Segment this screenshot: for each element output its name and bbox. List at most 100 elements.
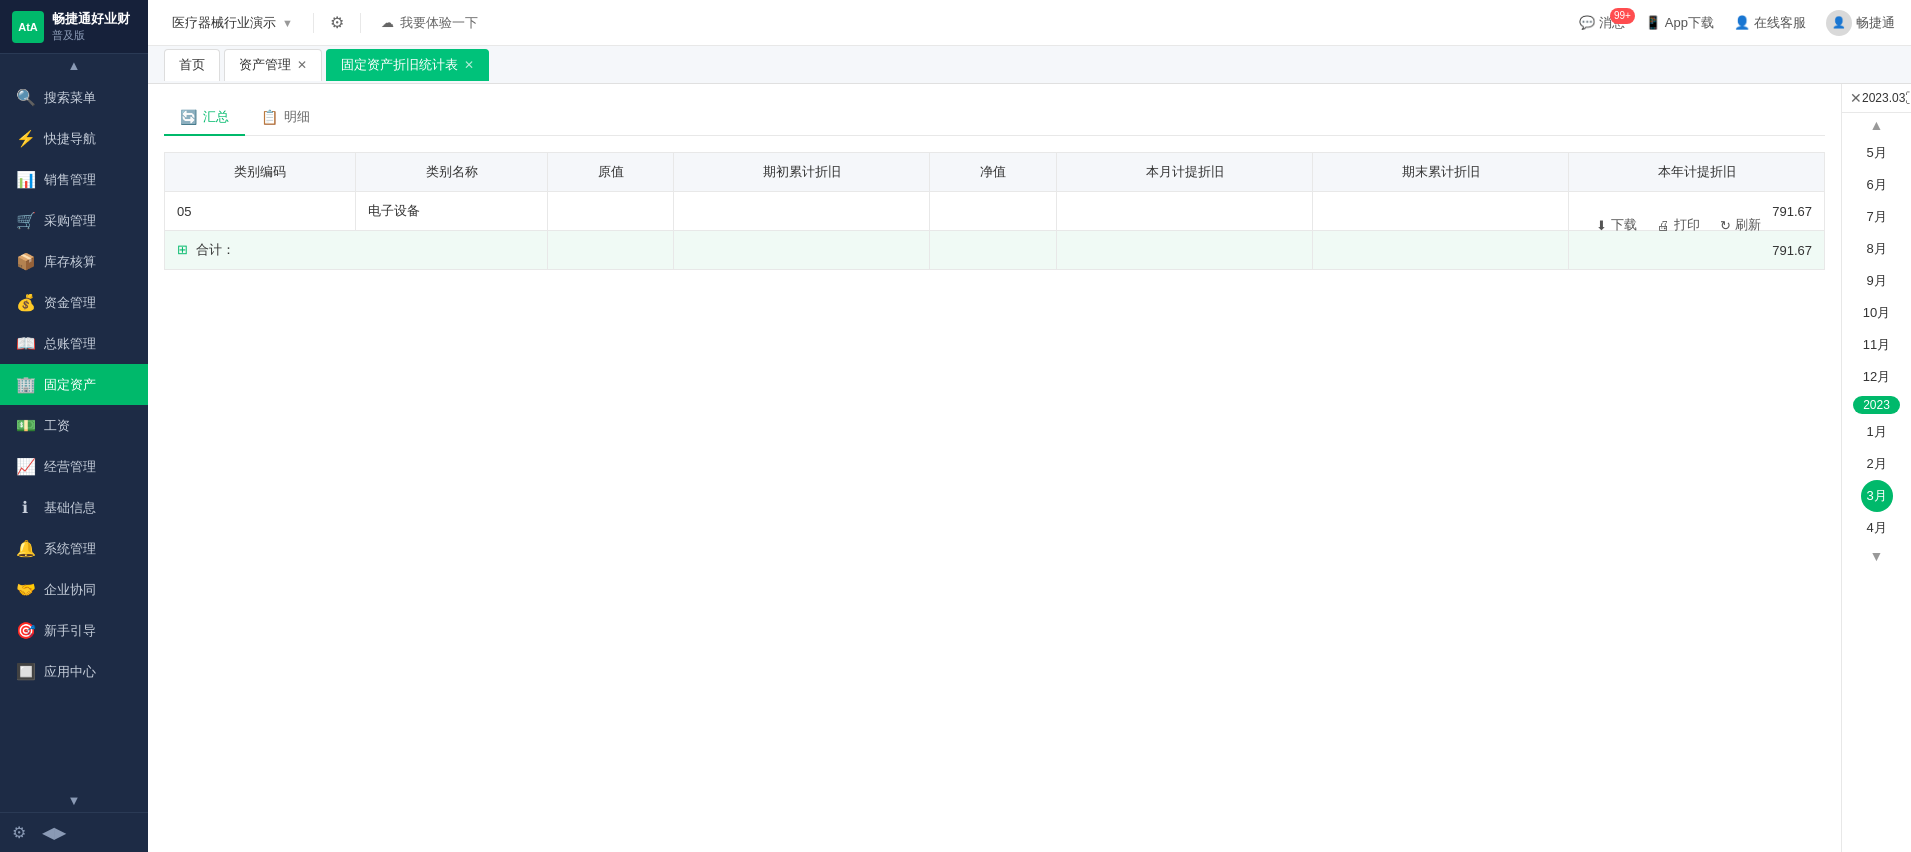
content-area: 🔄 汇总 📋 明细 ⬇ 下载 🖨 打印 ↻ bbox=[148, 84, 1911, 852]
company-name: 医疗器械行业演示 bbox=[172, 14, 276, 32]
date-panel-header: ✕ 2023.03 ⛶ bbox=[1842, 84, 1911, 113]
month-item-9[interactable]: 9月 bbox=[1842, 265, 1911, 297]
download-button[interactable]: ⬇ 下载 bbox=[1596, 216, 1637, 234]
sidebar-item-search[interactable]: 🔍 搜索菜单 bbox=[0, 77, 148, 118]
tab-depreciation-label: 固定资产折旧统计表 bbox=[341, 56, 458, 74]
app-version: 普及版 bbox=[52, 28, 130, 43]
sidebar-item-label: 基础信息 bbox=[44, 499, 96, 517]
sidebar-item-label: 搜索菜单 bbox=[44, 89, 96, 107]
month-item-5[interactable]: 5月 bbox=[1842, 137, 1911, 169]
customer-service-button[interactable]: 👤 在线客服 bbox=[1734, 14, 1806, 32]
month-item-11[interactable]: 11月 bbox=[1842, 329, 1911, 361]
company-selector[interactable]: 医疗器械行业演示 ▼ bbox=[164, 10, 301, 36]
user-menu-button[interactable]: 👤 畅捷通 bbox=[1826, 10, 1895, 36]
topbar-right: 💬 消息 99+ 📱 App下载 👤 在线客服 👤 畅捷通 bbox=[1579, 10, 1895, 36]
date-panel: ✕ 2023.03 ⛶ ▲ 5月 6月 7月 8月 9月 10月 11月 12月… bbox=[1841, 84, 1911, 852]
sidebar-item-basic-info[interactable]: ℹ 基础信息 bbox=[0, 487, 148, 528]
total-beginning-accum bbox=[674, 231, 930, 270]
sidebar-item-sales[interactable]: 📊 销售管理 bbox=[0, 159, 148, 200]
tab-asset-mgmt[interactable]: 资产管理 ✕ bbox=[224, 49, 322, 81]
service-icon: 👤 bbox=[1734, 15, 1750, 30]
refresh-button[interactable]: ↻ 刷新 bbox=[1720, 216, 1761, 234]
app-title: 畅捷通好业财 bbox=[52, 10, 130, 28]
topbar-divider-1 bbox=[313, 13, 314, 33]
tab-home[interactable]: 首页 bbox=[164, 49, 220, 81]
sidebar-item-system[interactable]: 🔔 系统管理 bbox=[0, 528, 148, 569]
summary-icon: 🔄 bbox=[180, 109, 197, 125]
cell-code: 05 bbox=[165, 192, 356, 231]
topbar: 医疗器械行业演示 ▼ ⚙ ☁ 我要体验一下 💬 消息 99+ 📱 App下载 👤… bbox=[148, 0, 1911, 46]
avatar: 👤 bbox=[1826, 10, 1852, 36]
tab-home-label: 首页 bbox=[179, 56, 205, 74]
messages-badge: 99+ bbox=[1610, 8, 1635, 24]
month-item-1[interactable]: 1月 bbox=[1842, 416, 1911, 448]
sidebar-item-fixed-assets[interactable]: 🏢 固定资产 bbox=[0, 364, 148, 405]
total-yearly-depreciation: 791.67 bbox=[1569, 231, 1825, 270]
refresh-icon: ↻ bbox=[1720, 218, 1731, 233]
date-scroll-up[interactable]: ▲ bbox=[1842, 113, 1911, 137]
sidebar-item-ledger[interactable]: 📖 总账管理 bbox=[0, 323, 148, 364]
sidebar-item-enterprise[interactable]: 🤝 企业协同 bbox=[0, 569, 148, 610]
month-item-3[interactable]: 3月 bbox=[1861, 480, 1893, 512]
col-code: 类别编码 bbox=[165, 153, 356, 192]
tab-depreciation[interactable]: 固定资产折旧统计表 ✕ bbox=[326, 49, 489, 81]
guide-icon: 🎯 bbox=[16, 621, 34, 640]
system-icon: 🔔 bbox=[16, 539, 34, 558]
sidebar-item-inventory[interactable]: 📦 库存核算 bbox=[0, 241, 148, 282]
customer-service-label: 在线客服 bbox=[1754, 14, 1806, 32]
chevron-down-icon: ▼ bbox=[1870, 548, 1884, 564]
sidebar-item-app-center[interactable]: 🔲 应用中心 bbox=[0, 651, 148, 692]
app-download-button[interactable]: 📱 App下载 bbox=[1645, 14, 1714, 32]
cloud-icon: ☁ bbox=[381, 15, 394, 30]
month-item-2[interactable]: 2月 bbox=[1842, 448, 1911, 480]
sidebar-scroll-down[interactable]: ▼ bbox=[0, 789, 148, 812]
table-row: 05 电子设备 791.67 bbox=[165, 192, 1825, 231]
sidebar-item-quick-nav[interactable]: ⚡ 快捷导航 bbox=[0, 118, 148, 159]
sub-tab-summary[interactable]: 🔄 汇总 bbox=[164, 100, 245, 136]
col-yearly-depreciation: 本年计提折旧 bbox=[1569, 153, 1825, 192]
app-title-block: 畅捷通好业财 普及版 bbox=[52, 10, 130, 43]
messages-button[interactable]: 💬 消息 99+ bbox=[1579, 14, 1625, 32]
date-panel-expand-button[interactable]: ⛶ bbox=[1905, 90, 1911, 106]
sidebar-item-label: 应用中心 bbox=[44, 663, 96, 681]
detail-icon: 📋 bbox=[261, 109, 278, 125]
month-item-10[interactable]: 10月 bbox=[1842, 297, 1911, 329]
experience-button[interactable]: ☁ 我要体验一下 bbox=[373, 10, 486, 36]
date-panel-title: 2023.03 bbox=[1862, 91, 1905, 105]
basic-info-icon: ℹ bbox=[16, 498, 34, 517]
inventory-icon: 📦 bbox=[16, 252, 34, 271]
month-item-3-container: 3月 bbox=[1842, 480, 1911, 512]
table-total-row: ⊞ 合计： 791.67 bbox=[165, 231, 1825, 270]
settings-footer-icon[interactable]: ⚙ bbox=[12, 823, 26, 842]
sidebar: AtA 畅捷通好业财 普及版 ▲ 🔍 搜索菜单 ⚡ 快捷导航 📊 销售管理 🛒 … bbox=[0, 0, 148, 852]
payroll-icon: 💵 bbox=[16, 416, 34, 435]
sidebar-item-guide[interactable]: 🎯 新手引导 bbox=[0, 610, 148, 651]
app-center-icon: 🔲 bbox=[16, 662, 34, 681]
month-item-6[interactable]: 6月 bbox=[1842, 169, 1911, 201]
sidebar-item-label: 快捷导航 bbox=[44, 130, 96, 148]
month-item-8[interactable]: 8月 bbox=[1842, 233, 1911, 265]
cell-name: 电子设备 bbox=[356, 192, 547, 231]
download-label: 下载 bbox=[1611, 216, 1637, 234]
print-button[interactable]: 🖨 打印 bbox=[1657, 216, 1700, 234]
sidebar-item-label: 固定资产 bbox=[44, 376, 96, 394]
month-item-12[interactable]: 12月 bbox=[1842, 361, 1911, 393]
date-panel-close-button[interactable]: ✕ bbox=[1850, 90, 1862, 106]
sidebar-scroll-up[interactable]: ▲ bbox=[0, 54, 148, 77]
tab-asset-mgmt-close[interactable]: ✕ bbox=[297, 58, 307, 72]
sidebar-item-label: 销售管理 bbox=[44, 171, 96, 189]
sidebar-item-payroll[interactable]: 💵 工资 bbox=[0, 405, 148, 446]
sidebar-item-purchase[interactable]: 🛒 采购管理 bbox=[0, 200, 148, 241]
month-item-7[interactable]: 7月 bbox=[1842, 201, 1911, 233]
tab-depreciation-close[interactable]: ✕ bbox=[464, 58, 474, 72]
settings-icon[interactable]: ⚙ bbox=[326, 9, 348, 36]
sub-tab-detail[interactable]: 📋 明细 bbox=[245, 100, 326, 136]
sidebar-header: AtA 畅捷通好业财 普及版 bbox=[0, 0, 148, 54]
sidebar-item-operations[interactable]: 📈 经营管理 bbox=[0, 446, 148, 487]
month-item-4[interactable]: 4月 bbox=[1842, 512, 1911, 544]
date-scroll-down[interactable]: ▼ bbox=[1842, 544, 1911, 568]
sidebar-item-finance[interactable]: 💰 资金管理 bbox=[0, 282, 148, 323]
cell-net-value bbox=[930, 192, 1057, 231]
collapse-icon[interactable]: ◀▶ bbox=[42, 823, 66, 842]
search-icon: 🔍 bbox=[16, 88, 34, 107]
